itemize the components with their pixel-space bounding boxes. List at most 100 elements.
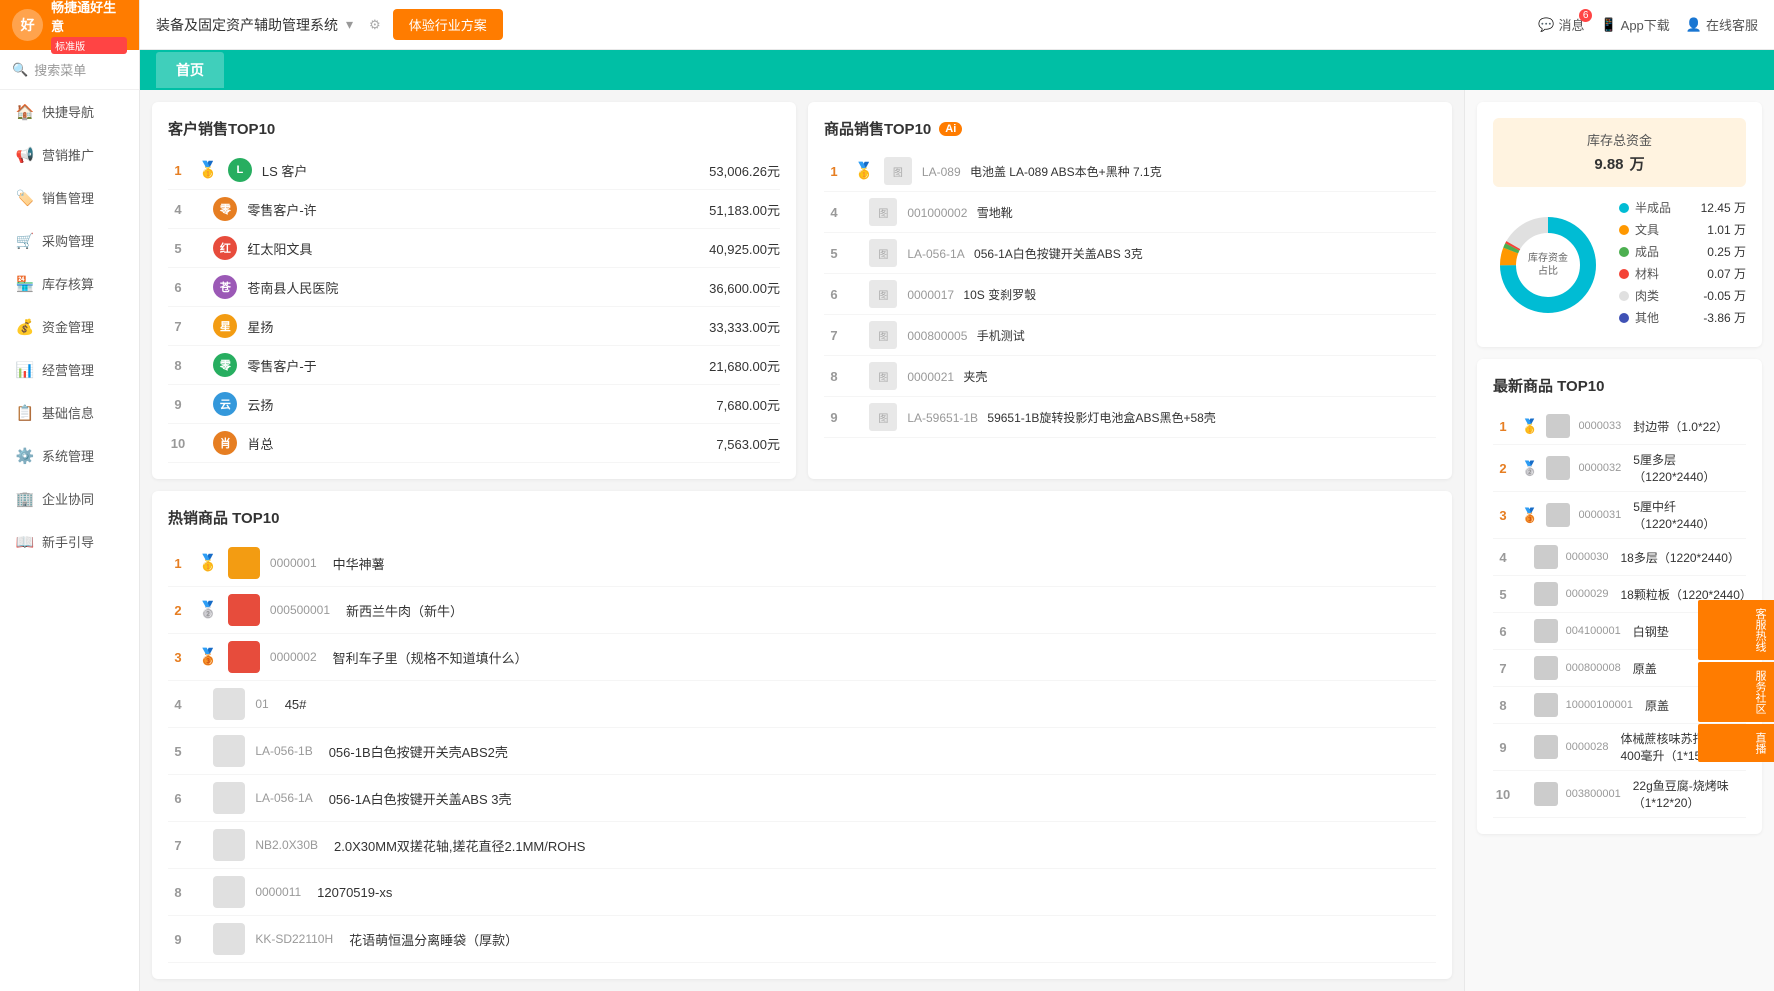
rank-number: 8 — [824, 369, 844, 384]
content-left: 客户销售TOP10 1 🥇 L LS 客户 53,006.26元 4 · — [140, 90, 1464, 991]
dropdown-icon[interactable]: ▾ — [346, 16, 353, 33]
float-service: 客服热线 服务社区 直播 — [1698, 600, 1774, 762]
table-row: 6 · 图 0000017 10S 变刹罗彀 — [824, 274, 1436, 315]
product-name: 5厘多层（1220*2440） — [1633, 451, 1746, 485]
product-thumbnail — [1534, 782, 1558, 806]
finance-icon: 💰 — [16, 318, 34, 336]
rank-number: 7 — [1493, 661, 1513, 676]
product-name: 056-1B白色按键开关壳ABS2壳 — [329, 742, 508, 761]
rank-number: 4 — [824, 205, 844, 220]
table-row: 6 · 苍 苍南县人民医院 36,600.00元 — [168, 268, 780, 307]
product-info: LA-089 电池盖 LA-089 ABS本色+黑种 7.1克 — [922, 163, 1436, 180]
customer-amount: 7,563.00元 — [716, 434, 780, 453]
rank-number: 9 — [168, 932, 188, 947]
product-thumbnail: 图 — [869, 321, 897, 349]
tab-home[interactable]: 首页 — [156, 52, 224, 88]
customer-name: 肖总 — [247, 434, 706, 453]
product-name: 056-1A白色按键开关盖ABS 3壳 — [329, 789, 512, 808]
legend-item: 成品 0.25 万 — [1619, 243, 1746, 260]
product-thumbnail — [1534, 545, 1558, 569]
rank-number: 8 — [1493, 698, 1513, 713]
avatar: 苍 — [213, 275, 237, 299]
sidebar-item-home[interactable]: 🏠 快捷导航 — [0, 90, 139, 133]
inventory-total: 库存总资金 9.88 万 — [1493, 118, 1746, 187]
right-panel: 库存总资金 9.88 万 — [1464, 90, 1774, 991]
rank-number: 2 — [168, 603, 188, 618]
medal-icon: 🥇 — [198, 160, 218, 180]
customer-amount: 21,680.00元 — [709, 356, 780, 375]
legend-item: 文具 1.01 万 — [1619, 221, 1746, 238]
inventory-card: 库存总资金 9.88 万 — [1477, 102, 1762, 347]
product-thumbnail — [228, 641, 260, 673]
table-row: 9 · 图 LA-59651-1B 59651-1B旋转投影灯电池盒ABS黑色+… — [824, 397, 1436, 438]
rank-number: 6 — [168, 791, 188, 806]
rank-number: 9 — [168, 397, 188, 412]
sidebar-item-system[interactable]: ⚙️ 系统管理 — [0, 434, 139, 477]
hot-products-card: 热销商品 TOP10 1 🥇 0000001 中华神薯 2 🥈 00050 — [152, 491, 1452, 979]
customer-service-button[interactable]: 客服热线 — [1698, 600, 1774, 660]
logo-text: 畅捷通好生意 标准版 — [51, 0, 127, 54]
settings-icon[interactable]: ⚙ — [369, 17, 381, 33]
newest-products-card: 最新商品 TOP10 1 🥇 0000033 封边带（1.0*22） 2 🥈 — [1477, 359, 1762, 834]
product-name: 中华神薯 — [333, 554, 385, 573]
product-name: 智利车子里（规格不知道填什么） — [333, 648, 528, 667]
product-info: LA-59651-1B 59651-1B旋转投影灯电池盒ABS黑色+58壳 — [907, 409, 1436, 426]
hot-products-list: 1 🥇 0000001 中华神薯 2 🥈 000500001 新西兰牛肉（新牛） — [168, 540, 1436, 963]
home-icon: 🏠 — [16, 103, 34, 121]
sidebar-item-sales[interactable]: 🏷️ 销售管理 — [0, 176, 139, 219]
product-sales-title: 商品销售TOP10 Ai — [824, 118, 1436, 139]
hot-products-title: 热销商品 TOP10 — [168, 507, 1436, 528]
svg-text:库存资金: 库存资金 — [1528, 251, 1568, 264]
sidebar-logo: 好 畅捷通好生意 标准版 — [0, 0, 139, 50]
table-row: 9 · 云 云扬 7,680.00元 — [168, 385, 780, 424]
sidebar-item-operations[interactable]: 📊 经营管理 — [0, 348, 139, 391]
table-row: 8 · 零 零售客户-于 21,680.00元 — [168, 346, 780, 385]
rank-number: 7 — [168, 838, 188, 853]
product-name: 45# — [285, 697, 307, 712]
app-download-button[interactable]: 📱 App下载 — [1600, 15, 1669, 34]
rank-number: 5 — [168, 241, 188, 256]
rank-number: 5 — [824, 246, 844, 261]
product-info: 0000017 10S 变刹罗彀 — [907, 286, 1436, 303]
legend-item: 其他 -3.86 万 — [1619, 309, 1746, 326]
customer-name: 云扬 — [247, 395, 706, 414]
avatar: 零 — [213, 353, 237, 377]
marketing-icon: 📢 — [16, 146, 34, 164]
rank-number: 3 — [1493, 508, 1513, 523]
top-rankings: 客户销售TOP10 1 🥇 L LS 客户 53,006.26元 4 · — [152, 102, 1452, 479]
avatar: 云 — [213, 392, 237, 416]
table-row: 7 · 星 星扬 33,333.00元 — [168, 307, 780, 346]
list-item: 7 · NB2.0X30B 2.0X30MM双搓花轴,搓花直径2.1MM/ROH… — [168, 822, 1436, 869]
customer-sales-card: 客户销售TOP10 1 🥇 L LS 客户 53,006.26元 4 · — [152, 102, 796, 479]
sidebar-item-enterprise[interactable]: 🏢 企业协同 — [0, 477, 139, 520]
customer-amount: 7,680.00元 — [716, 395, 780, 414]
medal-icon: 🥇 — [854, 161, 874, 181]
sales-icon: 🏷️ — [16, 189, 34, 207]
messages-button[interactable]: 💬 消息 6 — [1538, 15, 1584, 34]
search-menu-button[interactable]: 🔍 搜索菜单 — [12, 60, 127, 79]
sidebar-item-purchase[interactable]: 🛒 采购管理 — [0, 219, 139, 262]
rank-number: 6 — [824, 287, 844, 302]
sidebar-item-inventory[interactable]: 🏪 库存核算 — [0, 262, 139, 305]
sidebar-search-area[interactable]: 🔍 搜索菜单 — [0, 50, 139, 90]
product-info: 0000021 夹壳 — [907, 368, 1436, 385]
sidebar-item-finance[interactable]: 💰 资金管理 — [0, 305, 139, 348]
trial-button[interactable]: 体验行业方案 — [393, 9, 503, 40]
content-area: 客户销售TOP10 1 🥇 L LS 客户 53,006.26元 4 · — [140, 90, 1774, 991]
product-info: 001000002 雪地靴 — [907, 204, 1436, 221]
online-service-button[interactable]: 👤 在线客服 — [1686, 15, 1758, 34]
service-community-button[interactable]: 服务社区 — [1698, 662, 1774, 722]
system-name: 装备及固定资产辅助管理系统 ▾ — [156, 15, 353, 35]
medal-icon: 🥈 — [198, 600, 218, 620]
livestream-button[interactable]: 直播 — [1698, 724, 1774, 762]
sidebar-item-marketing[interactable]: 📢 营销推广 — [0, 133, 139, 176]
sidebar-item-guide[interactable]: 📖 新手引导 — [0, 520, 139, 563]
avatar: 零 — [213, 197, 237, 221]
sidebar-item-basics[interactable]: 📋 基础信息 — [0, 391, 139, 434]
donut-chart: 库存资金 占比 — [1493, 210, 1603, 320]
product-name: 2.0X30MM双搓花轴,搓花直径2.1MM/ROHS — [334, 836, 585, 855]
legend-dot — [1619, 269, 1629, 279]
avatar: 肖 — [213, 431, 237, 455]
product-name: 花语萌恒温分离睡袋（厚款） — [349, 930, 518, 949]
table-row: 10 · 肖 肖总 7,563.00元 — [168, 424, 780, 463]
